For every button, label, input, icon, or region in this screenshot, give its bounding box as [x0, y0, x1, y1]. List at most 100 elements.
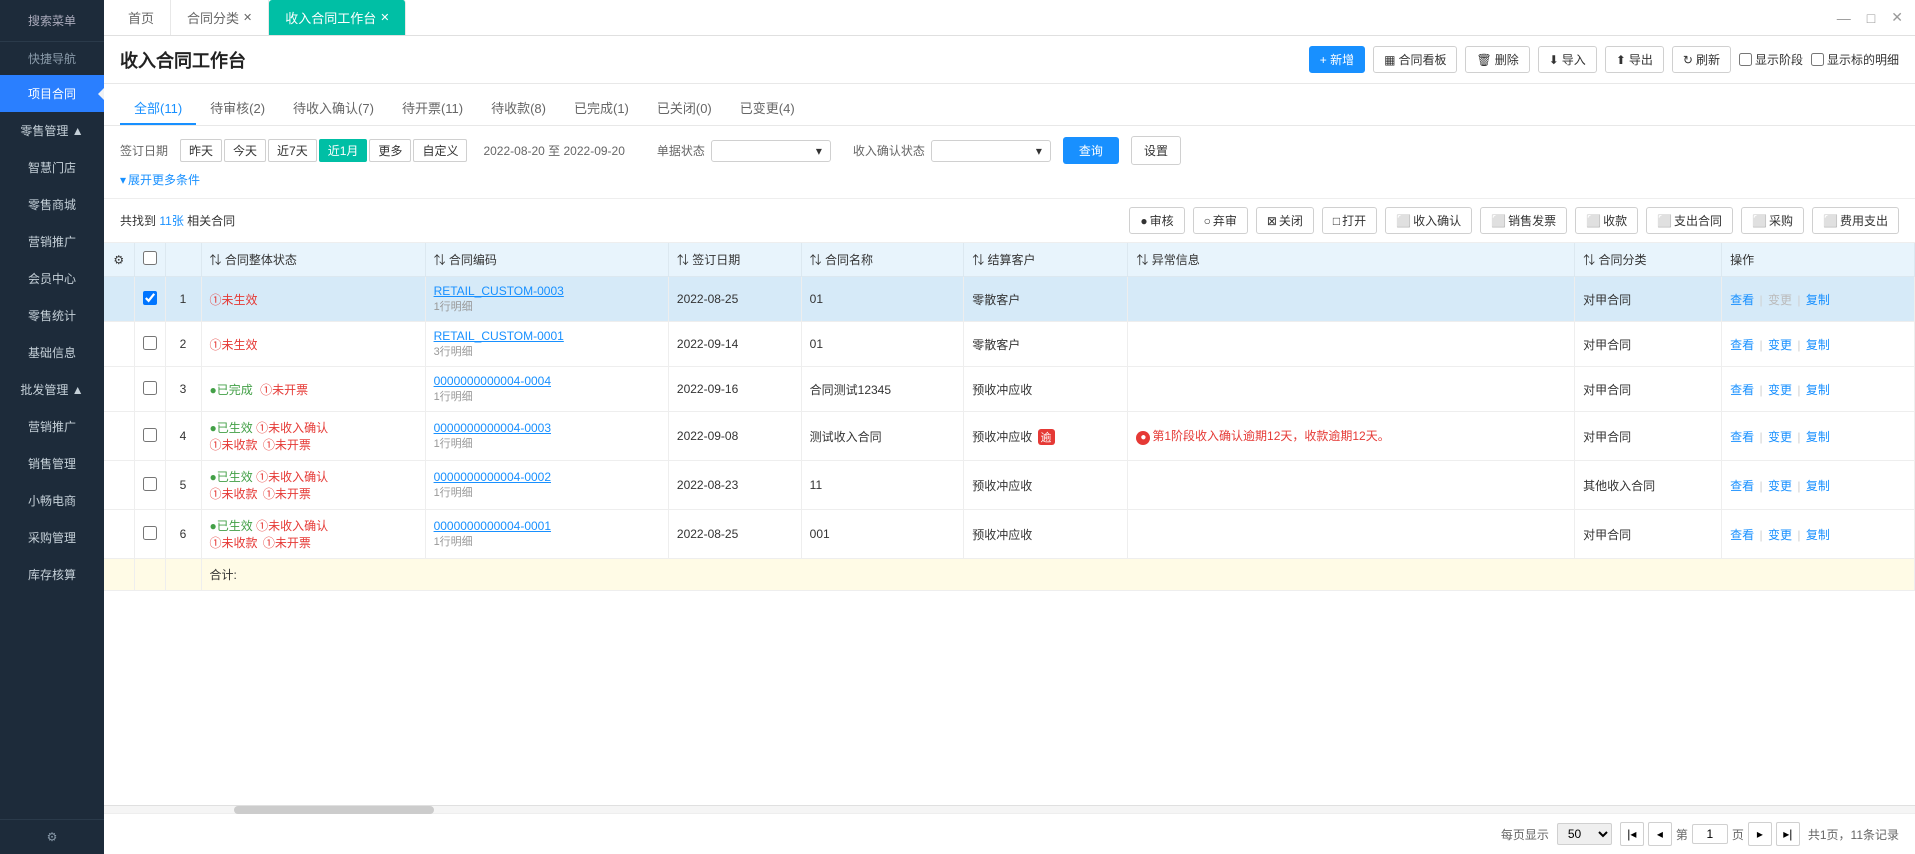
th-gear[interactable]: ⚙	[104, 243, 134, 277]
row-checkbox[interactable]	[134, 461, 165, 510]
expense-output-button[interactable]: ⬜ 费用支出	[1812, 207, 1899, 234]
minimize-button[interactable]: —	[1833, 5, 1855, 30]
contract-code-link[interactable]: RETAIL_CUSTOM-0003	[434, 284, 564, 298]
show-stage-checkbox-label[interactable]: 显示阶段	[1739, 51, 1803, 68]
row-select-checkbox[interactable]	[143, 477, 157, 491]
close-button[interactable]: ✕	[1887, 5, 1907, 30]
contract-code-link[interactable]: 0000000000004-0003	[434, 421, 551, 435]
sidebar-item-inventory[interactable]: 库存核算	[0, 556, 104, 593]
view-link[interactable]: 查看	[1730, 430, 1754, 444]
copy-link[interactable]: 复制	[1806, 528, 1830, 542]
copy-link[interactable]: 复制	[1806, 338, 1830, 352]
select-all-checkbox[interactable]	[143, 251, 157, 265]
date-btn-7days[interactable]: 近7天	[268, 139, 317, 162]
sidebar-item-purchase[interactable]: 采购管理	[0, 519, 104, 556]
change-link[interactable]: 变更	[1768, 430, 1792, 444]
show-stage-checkbox[interactable]	[1739, 53, 1752, 66]
change-link[interactable]: 变更	[1768, 338, 1792, 352]
refresh-button[interactable]: ↻ 刷新	[1672, 46, 1731, 73]
subtab-closed[interactable]: 已关闭(0)	[643, 92, 726, 125]
view-link[interactable]: 查看	[1730, 338, 1754, 352]
contract-code-link[interactable]: RETAIL_CUSTOM-0001	[434, 329, 564, 343]
contract-code-link[interactable]: 0000000000004-0002	[434, 470, 551, 484]
view-link[interactable]: 查看	[1730, 528, 1754, 542]
kanban-button[interactable]: ▦ 合同看板	[1373, 46, 1457, 73]
subtab-pending-invoice[interactable]: 待开票(11)	[388, 92, 477, 125]
subtab-completed[interactable]: 已完成(1)	[560, 92, 643, 125]
income-confirm-button[interactable]: ⬜ 收入确认	[1385, 207, 1472, 234]
row-select-checkbox[interactable]	[143, 428, 157, 442]
show-detail-checkbox[interactable]	[1811, 53, 1824, 66]
date-btn-1month[interactable]: 近1月	[319, 139, 368, 162]
copy-link[interactable]: 复制	[1806, 430, 1830, 444]
subtab-pending-income[interactable]: 待收入确认(7)	[279, 92, 388, 125]
receipt-button[interactable]: ⬜ 收款	[1575, 207, 1638, 234]
query-button[interactable]: 查询	[1063, 137, 1119, 164]
sidebar-item-sales[interactable]: 销售管理	[0, 445, 104, 482]
view-link[interactable]: 查看	[1730, 383, 1754, 397]
sidebar-item-retail[interactable]: 零售管理 ▲	[0, 112, 104, 149]
close-contract-button[interactable]: ⊠ 关闭	[1256, 207, 1314, 234]
doc-status-select[interactable]: ▾	[711, 140, 831, 162]
date-btn-yesterday[interactable]: 昨天	[180, 139, 222, 162]
purchase-button[interactable]: ⬜ 采购	[1741, 207, 1804, 234]
sidebar-search[interactable]: 搜索菜单	[0, 0, 104, 42]
row-select-checkbox[interactable]	[143, 381, 157, 395]
page-number-input[interactable]	[1692, 824, 1728, 844]
row-checkbox[interactable]	[134, 277, 165, 322]
sidebar-item-marketing2[interactable]: 营销推广	[0, 408, 104, 445]
date-btn-today[interactable]: 今天	[224, 139, 266, 162]
change-link[interactable]: 变更	[1768, 528, 1792, 542]
page-size-select[interactable]: 50 10 20 100	[1557, 823, 1612, 845]
row-checkbox[interactable]	[134, 510, 165, 559]
sidebar-item-marketing[interactable]: 营销推广	[0, 223, 104, 260]
horizontal-scrollbar[interactable]	[104, 805, 1915, 813]
sidebar-item-ecommerce[interactable]: 零售商城	[0, 186, 104, 223]
import-button[interactable]: ⬇ 导入	[1538, 46, 1597, 73]
set-button[interactable]: 设置	[1131, 136, 1181, 165]
sales-invoice-button[interactable]: ⬜ 销售发票	[1480, 207, 1567, 234]
sidebar-item-xiaochangec[interactable]: 小畅电商	[0, 482, 104, 519]
tab-income-contract[interactable]: 收入合同工作台 ✕	[269, 0, 406, 35]
row-checkbox[interactable]	[134, 367, 165, 412]
open-contract-button[interactable]: □ 打开	[1322, 207, 1377, 234]
copy-link[interactable]: 复制	[1806, 479, 1830, 493]
first-page-button[interactable]: |◂	[1620, 822, 1644, 846]
maximize-button[interactable]: □	[1863, 5, 1879, 30]
copy-link[interactable]: 复制	[1806, 293, 1830, 307]
view-link[interactable]: 查看	[1730, 479, 1754, 493]
sidebar-item-member[interactable]: 会员中心	[0, 260, 104, 297]
contract-code-link[interactable]: 0000000000004-0001	[434, 519, 551, 533]
change-link[interactable]: 变更	[1768, 479, 1792, 493]
row-checkbox[interactable]	[134, 412, 165, 461]
sidebar-item-stats[interactable]: 零售统计	[0, 297, 104, 334]
sidebar-quicknav[interactable]: 快捷导航	[0, 42, 104, 75]
expand-filter-button[interactable]: ▾ 展开更多条件	[120, 171, 1899, 188]
subtab-all[interactable]: 全部(11)	[120, 92, 196, 125]
sidebar-item-smartstore[interactable]: 智慧门店	[0, 149, 104, 186]
show-detail-checkbox-label[interactable]: 显示标的明细	[1811, 51, 1899, 68]
sidebar-item-basic[interactable]: 基础信息	[0, 334, 104, 371]
tab-close-icon[interactable]: ✕	[243, 11, 252, 24]
sidebar-item-contract[interactable]: 项目合同	[0, 75, 104, 112]
date-btn-custom[interactable]: 自定义	[413, 139, 467, 162]
change-link[interactable]: 变更	[1768, 293, 1792, 307]
date-btn-more[interactable]: 更多	[369, 139, 411, 162]
tab-close-icon[interactable]: ✕	[380, 11, 389, 24]
scrollbar-thumb[interactable]	[234, 806, 434, 814]
subtab-pending-review[interactable]: 待审核(2)	[196, 92, 279, 125]
row-select-checkbox[interactable]	[143, 526, 157, 540]
last-page-button[interactable]: ▸|	[1776, 822, 1800, 846]
tab-contract-category[interactable]: 合同分类 ✕	[171, 0, 269, 35]
change-link[interactable]: 变更	[1768, 383, 1792, 397]
row-select-checkbox[interactable]	[143, 336, 157, 350]
export-button[interactable]: ⬆ 导出	[1605, 46, 1664, 73]
delete-button[interactable]: 🗑 删除	[1465, 46, 1529, 73]
contract-code-link[interactable]: 0000000000004-0004	[434, 374, 551, 388]
abandon-review-button[interactable]: ○ 弃审	[1193, 207, 1248, 234]
th-checkbox[interactable]	[134, 243, 165, 277]
prev-page-button[interactable]: ◂	[1648, 822, 1672, 846]
view-link[interactable]: 查看	[1730, 293, 1754, 307]
subtab-changed[interactable]: 已变更(4)	[726, 92, 809, 125]
gear-icon[interactable]: ⚙	[113, 253, 124, 267]
